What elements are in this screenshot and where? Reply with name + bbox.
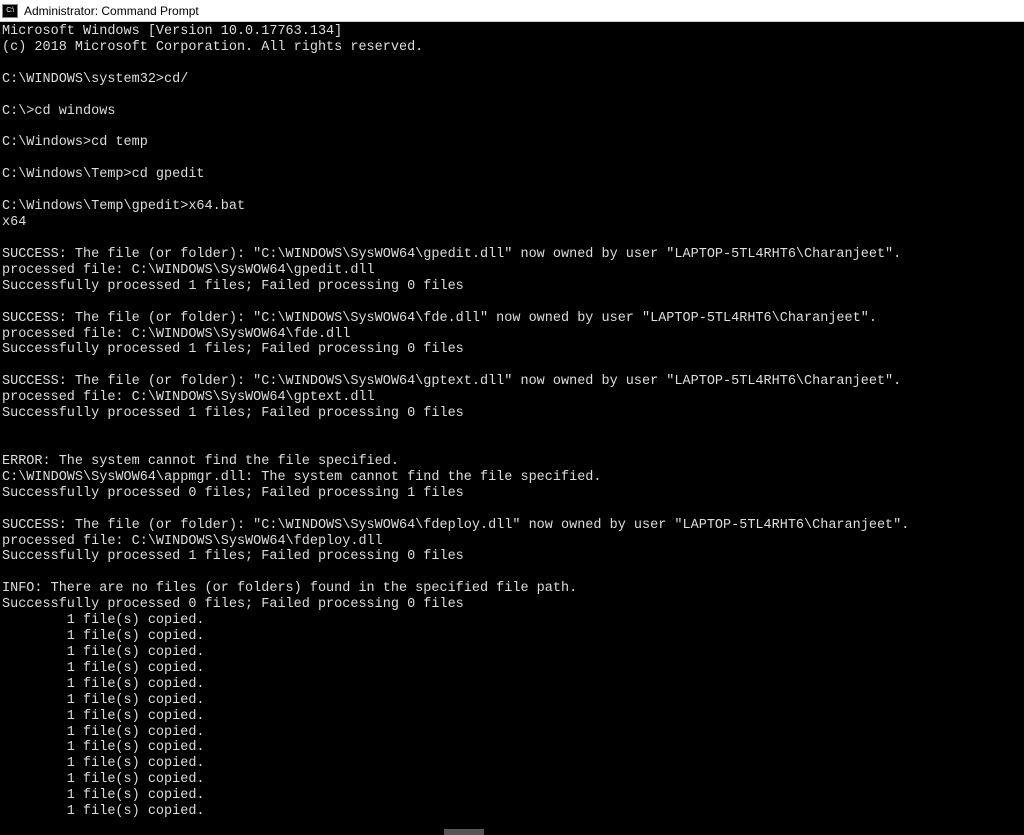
terminal-line: ERROR: The system cannot find the file s…	[2, 454, 1024, 470]
terminal-line: C:\>cd windows	[2, 104, 1024, 120]
terminal-line: processed file: C:\WINDOWS\SysWOW64\gpte…	[2, 390, 1024, 406]
horizontal-scrollbar-thumb[interactable]	[444, 829, 484, 835]
terminal-line: 1 file(s) copied.	[2, 645, 1024, 661]
terminal-line	[2, 502, 1024, 518]
terminal-line: x64	[2, 215, 1024, 231]
terminal-line: processed file: C:\WINDOWS\SysWOW64\gped…	[2, 263, 1024, 279]
terminal-line: Successfully processed 0 files; Failed p…	[2, 597, 1024, 613]
terminal-line: 1 file(s) copied.	[2, 629, 1024, 645]
window-title: Administrator: Command Prompt	[24, 4, 199, 18]
terminal-line: C:\WINDOWS\SysWOW64\appmgr.dll: The syst…	[2, 470, 1024, 486]
terminal-line	[2, 438, 1024, 454]
terminal-line: 1 file(s) copied.	[2, 740, 1024, 756]
terminal-line: processed file: C:\WINDOWS\SysWOW64\fdep…	[2, 534, 1024, 550]
terminal-line	[2, 88, 1024, 104]
terminal-line	[2, 422, 1024, 438]
terminal-output[interactable]: Microsoft Windows [Version 10.0.17763.13…	[0, 22, 1024, 835]
terminal-line: Successfully processed 1 files; Failed p…	[2, 549, 1024, 565]
terminal-line: 1 file(s) copied.	[2, 804, 1024, 820]
cmd-icon: C:\	[2, 4, 18, 18]
terminal-line	[2, 358, 1024, 374]
terminal-line: SUCCESS: The file (or folder): "C:\WINDO…	[2, 374, 1024, 390]
terminal-line: C:\WINDOWS\system32>cd/	[2, 72, 1024, 88]
terminal-line: SUCCESS: The file (or folder): "C:\WINDO…	[2, 518, 1024, 534]
terminal-line: Successfully processed 1 files; Failed p…	[2, 406, 1024, 422]
terminal-line: (c) 2018 Microsoft Corporation. All righ…	[2, 40, 1024, 56]
terminal-line: Successfully processed 1 files; Failed p…	[2, 342, 1024, 358]
terminal-line: 1 file(s) copied.	[2, 725, 1024, 741]
terminal-line	[2, 120, 1024, 136]
terminal-line	[2, 295, 1024, 311]
terminal-line	[2, 183, 1024, 199]
terminal-line: C:\Windows\Temp\gpedit>x64.bat	[2, 199, 1024, 215]
terminal-line: 1 file(s) copied.	[2, 677, 1024, 693]
terminal-line: 1 file(s) copied.	[2, 693, 1024, 709]
titlebar[interactable]: C:\ Administrator: Command Prompt	[0, 0, 1024, 22]
terminal-line: SUCCESS: The file (or folder): "C:\WINDO…	[2, 247, 1024, 263]
terminal-line: C:\Windows\Temp>cd gpedit	[2, 167, 1024, 183]
terminal-line	[2, 151, 1024, 167]
terminal-line: Microsoft Windows [Version 10.0.17763.13…	[2, 24, 1024, 40]
terminal-line	[2, 565, 1024, 581]
terminal-line	[2, 56, 1024, 72]
terminal-line: C:\Windows>cd temp	[2, 135, 1024, 151]
terminal-line: 1 file(s) copied.	[2, 613, 1024, 629]
terminal-line: processed file: C:\WINDOWS\SysWOW64\fde.…	[2, 327, 1024, 343]
terminal-line	[2, 231, 1024, 247]
terminal-line: Successfully processed 1 files; Failed p…	[2, 279, 1024, 295]
terminal-line: Successfully processed 0 files; Failed p…	[2, 486, 1024, 502]
terminal-line: 1 file(s) copied.	[2, 756, 1024, 772]
terminal-line: 1 file(s) copied.	[2, 661, 1024, 677]
terminal-line: INFO: There are no files (or folders) fo…	[2, 581, 1024, 597]
terminal-line: 1 file(s) copied.	[2, 788, 1024, 804]
terminal-line: SUCCESS: The file (or folder): "C:\WINDO…	[2, 311, 1024, 327]
terminal-line: 1 file(s) copied.	[2, 709, 1024, 725]
terminal-line: 1 file(s) copied.	[2, 772, 1024, 788]
